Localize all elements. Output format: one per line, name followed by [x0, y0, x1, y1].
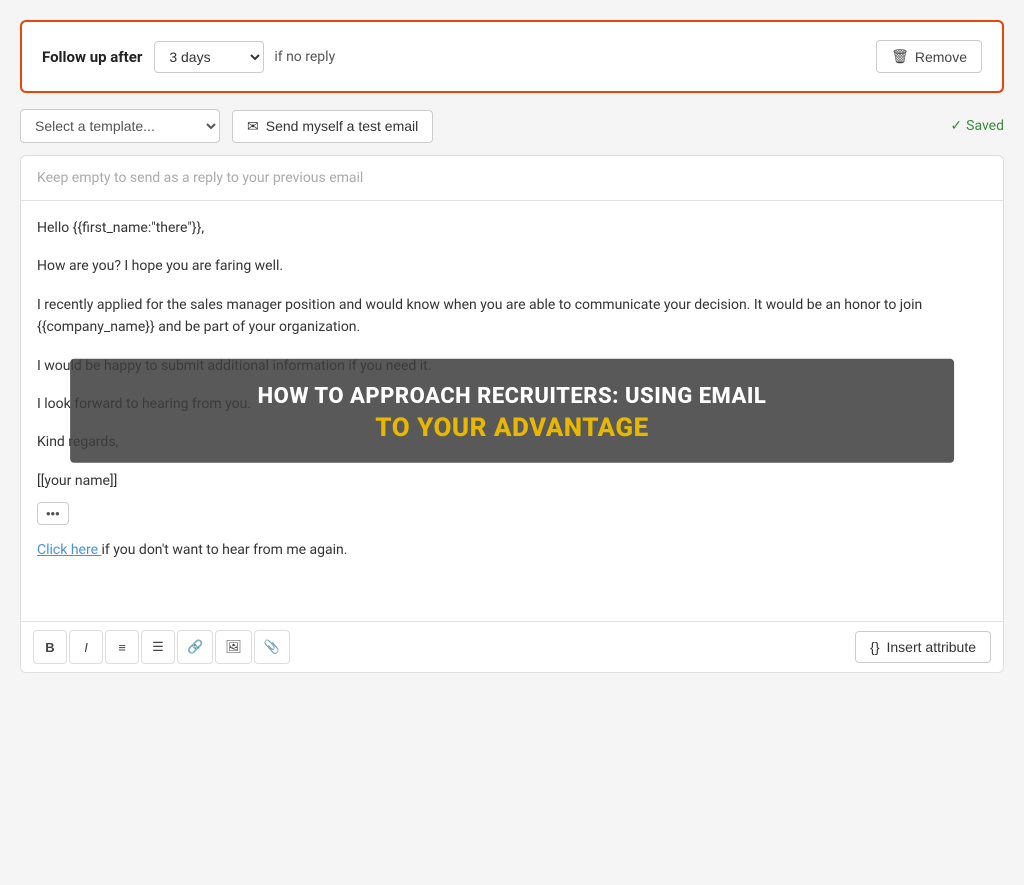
unsubscribe-link[interactable]: Click here: [37, 542, 101, 558]
attachment-button[interactable]: 📎: [254, 630, 290, 664]
link-icon: 🔗: [187, 639, 203, 655]
closing-line: Kind regards,: [37, 431, 987, 453]
page-container: Follow up after 1 day 2 days 3 days 5 da…: [20, 20, 1004, 673]
subject-placeholder: Keep empty to send as a reply to your pr…: [37, 170, 363, 186]
paragraph1: How are you? I hope you are faring well.: [37, 255, 987, 277]
unsubscribe-link-text: Click here: [37, 542, 98, 558]
check-icon: ✓: [950, 118, 962, 134]
no-reply-text: if no reply: [274, 49, 876, 65]
paragraph3: I would be happy to submit additional in…: [37, 355, 987, 377]
test-email-button[interactable]: ✉ Send myself a test email: [232, 110, 433, 143]
ellipsis-text: •••: [46, 506, 60, 521]
signature-name: [[your name]]: [37, 470, 987, 492]
paragraph4: I look forward to hearing from you.: [37, 393, 987, 415]
greeting-line: Hello {{first_name:"there"}},: [37, 217, 987, 239]
image-icon: 🖼: [225, 639, 242, 655]
insert-attribute-label: Insert attribute: [887, 639, 977, 655]
test-email-label: Send myself a test email: [266, 118, 419, 134]
ellipsis-button[interactable]: •••: [37, 502, 69, 525]
subject-area[interactable]: Keep empty to send as a reply to your pr…: [21, 156, 1003, 201]
email-body-content: Hello {{first_name:"there"}}, How are yo…: [37, 217, 987, 562]
ordered-list-button[interactable]: ☰: [141, 630, 175, 664]
unordered-list-icon: ≡: [118, 640, 126, 655]
bold-button[interactable]: B: [33, 630, 67, 664]
email-editor: Keep empty to send as a reply to your pr…: [20, 155, 1004, 673]
unordered-list-button[interactable]: ≡: [105, 630, 139, 664]
template-select[interactable]: Select a template...: [20, 109, 220, 143]
curly-braces-icon: {}: [870, 639, 879, 655]
attachment-icon: 📎: [264, 639, 280, 655]
follow-up-card: Follow up after 1 day 2 days 3 days 5 da…: [20, 20, 1004, 93]
formatting-toolbar: B I ≡ ☰ 🔗 🖼 📎 {} Insert attribute: [21, 621, 1003, 672]
saved-status: ✓ Saved: [950, 118, 1004, 134]
link-button[interactable]: 🔗: [177, 630, 213, 664]
paragraph2: I recently applied for the sales manager…: [37, 294, 987, 339]
unsubscribe-line: Click here if you don't want to hear fro…: [37, 539, 987, 561]
remove-button[interactable]: 🗑 Remove: [876, 40, 982, 73]
trash-icon: 🗑: [891, 48, 909, 65]
insert-attribute-button[interactable]: {} Insert attribute: [855, 631, 991, 663]
email-icon: ✉: [247, 118, 259, 135]
remove-label: Remove: [915, 49, 967, 65]
italic-button[interactable]: I: [69, 630, 103, 664]
image-button[interactable]: 🖼: [215, 630, 252, 664]
unsubscribe-text: if you don't want to hear from me again.: [101, 542, 347, 558]
email-body[interactable]: Hello {{first_name:"there"}}, How are yo…: [21, 201, 1003, 621]
toolbar-row: Select a template... ✉ Send myself a tes…: [20, 109, 1004, 143]
bold-label: B: [45, 640, 54, 655]
follow-up-label: Follow up after: [42, 48, 142, 66]
italic-label: I: [84, 640, 88, 655]
days-select[interactable]: 1 day 2 days 3 days 5 days 7 days 14 day…: [154, 41, 264, 73]
saved-label-text: Saved: [966, 118, 1004, 134]
ordered-list-icon: ☰: [152, 639, 164, 655]
